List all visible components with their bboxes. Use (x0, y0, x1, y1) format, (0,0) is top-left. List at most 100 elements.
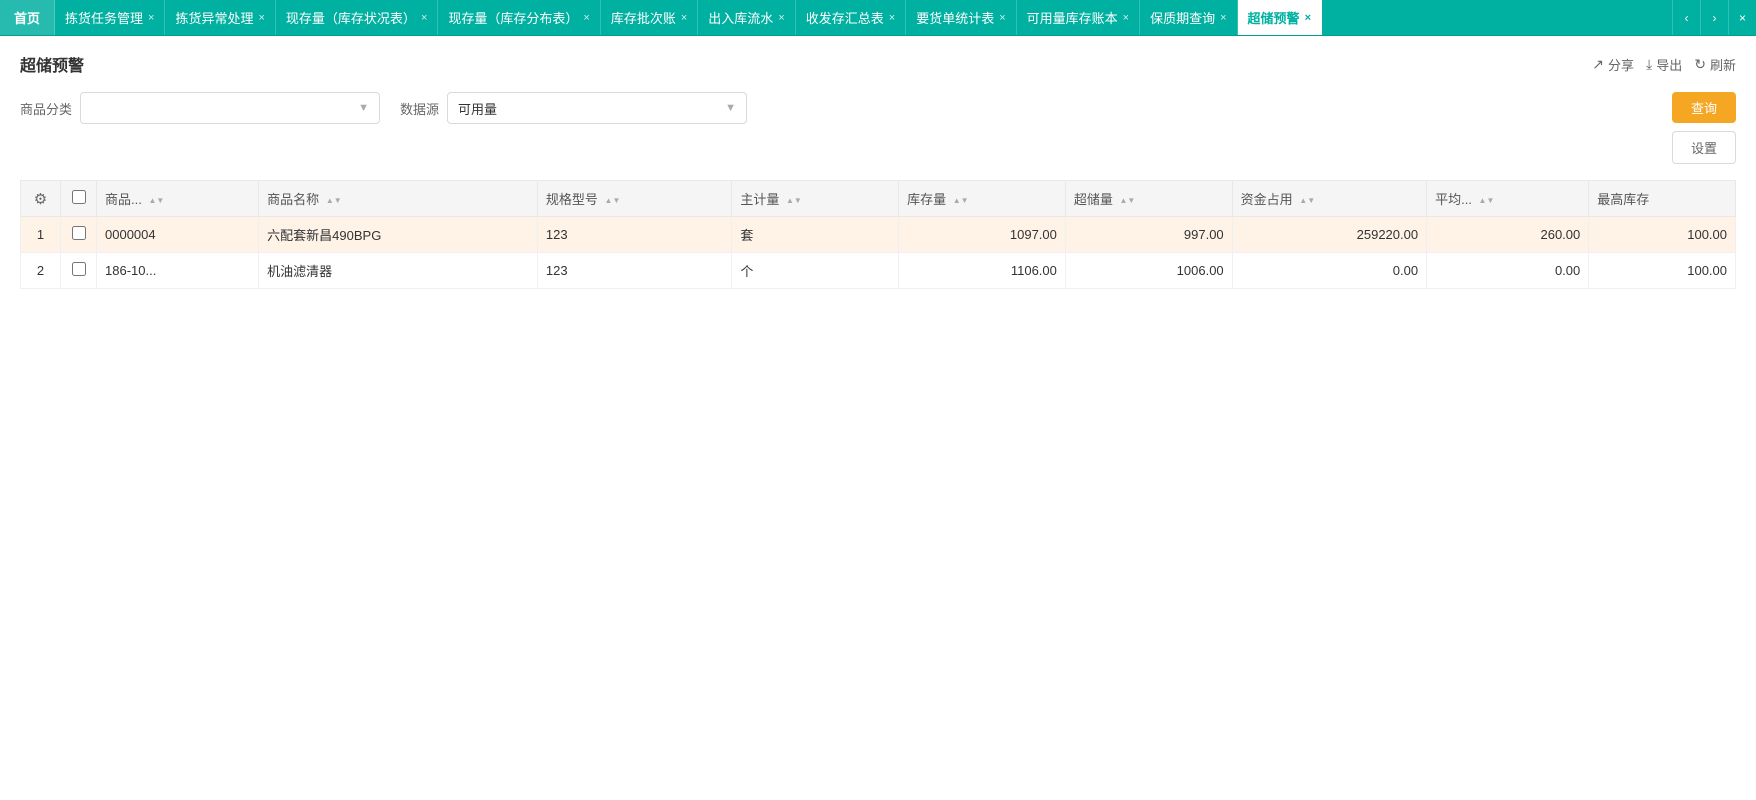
nav-tab-0[interactable]: 拣货任务管理 × (55, 0, 165, 35)
row-max-stock-1: 100.00 (1589, 253, 1736, 289)
nav-tab-close-7[interactable]: × (999, 12, 1005, 24)
nav-tab-4[interactable]: 库存批次账 × (601, 0, 698, 35)
nav-arrows: ‹ › × (1672, 0, 1756, 36)
row-code-0: 0000004 (97, 217, 259, 253)
row-checkbox-0 (61, 217, 97, 253)
sort-icon-stock[interactable]: ▲▼ (953, 196, 969, 205)
row-name-0: 六配套新昌490BPG (259, 217, 538, 253)
nav-tab-label-8: 可用量库存账本 (1027, 8, 1118, 27)
nav-tab-label-4: 库存批次账 (611, 8, 676, 27)
top-nav: 首页 拣货任务管理 × 拣货异常处理 × 现存量（库存状况表） × 现存量（库存… (0, 0, 1756, 36)
col-header-overstock: 超储量 ▲▼ (1065, 181, 1232, 217)
sort-icon-name[interactable]: ▲▼ (326, 196, 342, 205)
nav-tab-label-0: 拣货任务管理 (65, 8, 143, 27)
filter-actions: 查询 设置 (1672, 92, 1736, 164)
nav-tab-7[interactable]: 要货单统计表 × (906, 0, 1016, 35)
sort-icon-spec[interactable]: ▲▼ (605, 196, 621, 205)
nav-tab-close-10[interactable]: × (1305, 12, 1311, 24)
settings-button[interactable]: 设置 (1672, 131, 1736, 164)
sort-icon-avg[interactable]: ▲▼ (1479, 196, 1495, 205)
row-code-1: 186-10... (97, 253, 259, 289)
filter-area: 商品分类 ▼ 数据源 可用量 ▼ 查询 设置 (20, 92, 1736, 164)
nav-tab-label-5: 出入库流水 (708, 8, 773, 27)
sort-icon-unit[interactable]: ▲▼ (786, 196, 802, 205)
share-button[interactable]: ↗ 分享 (1592, 55, 1634, 74)
nav-tab-10[interactable]: 超储预警 × (1238, 0, 1322, 35)
col-header-unit: 主计量 ▲▼ (732, 181, 899, 217)
select-all-checkbox[interactable] (72, 190, 86, 204)
row-index-1: 2 (21, 253, 61, 289)
export-button[interactable]: ⤓ 导出 (1646, 55, 1682, 74)
nav-tab-label-9: 保质期查询 (1150, 8, 1215, 27)
nav-tab-6[interactable]: 收发存汇总表 × (796, 0, 906, 35)
row-overstock-0: 997.00 (1065, 217, 1232, 253)
nav-tab-1[interactable]: 拣货异常处理 × (165, 0, 275, 35)
nav-tab-close-8[interactable]: × (1123, 12, 1129, 24)
category-select[interactable]: ▼ (80, 92, 380, 124)
col-header-checkbox (61, 181, 97, 217)
share-label: 分享 (1608, 55, 1634, 74)
refresh-icon: ↻ (1694, 56, 1706, 73)
row-spec-0: 123 (537, 217, 731, 253)
nav-close-all-btn[interactable]: × (1728, 0, 1756, 36)
nav-home[interactable]: 首页 (0, 0, 55, 35)
row-avg-0: 260.00 (1427, 217, 1589, 253)
col-header-avg: 平均... ▲▼ (1427, 181, 1589, 217)
nav-tab-label-3: 现存量（库存分布表） (448, 8, 578, 27)
nav-tab-label-6: 收发存汇总表 (806, 8, 884, 27)
row-capital-0: 259220.00 (1232, 217, 1426, 253)
data-table: ⚙ 商品... ▲▼ 商品名称 ▲▼ 规格型号 ▲▼ 主计 (20, 180, 1736, 289)
row-stock-1: 1106.00 (899, 253, 1066, 289)
query-button[interactable]: 查询 (1672, 92, 1736, 123)
nav-tab-label-7: 要货单统计表 (916, 8, 994, 27)
nav-tab-close-1[interactable]: × (258, 12, 264, 24)
nav-tab-close-9[interactable]: × (1220, 12, 1226, 24)
sort-icon-capital[interactable]: ▲▼ (1299, 196, 1315, 205)
row-spec-1: 123 (537, 253, 731, 289)
row-avg-1: 0.00 (1427, 253, 1589, 289)
refresh-label: 刷新 (1710, 55, 1736, 74)
table-body: 1 0000004 六配套新昌490BPG 123 套 1097.00 997.… (21, 217, 1736, 289)
nav-tab-label-1: 拣货异常处理 (175, 8, 253, 27)
row-select-0[interactable] (72, 226, 86, 240)
datasource-value: 可用量 (458, 99, 497, 118)
nav-next-btn[interactable]: › (1700, 0, 1728, 36)
sort-icon-overstock[interactable]: ▲▼ (1120, 196, 1136, 205)
table-gear-icon[interactable]: ⚙ (34, 191, 47, 208)
row-capital-1: 0.00 (1232, 253, 1426, 289)
filter-datasource-group: 数据源 可用量 ▼ (400, 92, 747, 124)
nav-tab-close-5[interactable]: × (778, 12, 784, 24)
row-max-stock-0: 100.00 (1589, 217, 1736, 253)
row-index-0: 1 (21, 217, 61, 253)
col-header-max-stock: 最高库存 (1589, 181, 1736, 217)
filter-category-group: 商品分类 ▼ (20, 92, 380, 124)
nav-tab-close-0[interactable]: × (148, 12, 154, 24)
row-overstock-1: 1006.00 (1065, 253, 1232, 289)
row-unit-1: 个 (732, 253, 899, 289)
toolbar-right: ↗ 分享 ⤓ 导出 ↻ 刷新 (1592, 55, 1736, 74)
page-header: 超储预警 ↗ 分享 ⤓ 导出 ↻ 刷新 (20, 52, 1736, 76)
nav-tab-close-6[interactable]: × (889, 12, 895, 24)
row-select-1[interactable] (72, 262, 86, 276)
col-header-name: 商品名称 ▲▼ (259, 181, 538, 217)
row-checkbox-1 (61, 253, 97, 289)
nav-tab-5[interactable]: 出入库流水 × (698, 0, 795, 35)
nav-tab-label-2: 现存量（库存状况表） (286, 8, 416, 27)
export-icon: ⤓ (1646, 56, 1652, 73)
col-header-settings: ⚙ (21, 181, 61, 217)
nav-tab-8[interactable]: 可用量库存账本 × (1017, 0, 1140, 35)
table-row: 1 0000004 六配套新昌490BPG 123 套 1097.00 997.… (21, 217, 1736, 253)
nav-tab-close-3[interactable]: × (583, 12, 589, 24)
nav-tab-9[interactable]: 保质期查询 × (1140, 0, 1237, 35)
col-header-spec: 规格型号 ▲▼ (537, 181, 731, 217)
nav-tab-close-4[interactable]: × (681, 12, 687, 24)
table-header-row: ⚙ 商品... ▲▼ 商品名称 ▲▼ 规格型号 ▲▼ 主计 (21, 181, 1736, 217)
nav-tab-3[interactable]: 现存量（库存分布表） × (438, 0, 600, 35)
nav-tab-2[interactable]: 现存量（库存状况表） × (276, 0, 438, 35)
nav-prev-btn[interactable]: ‹ (1672, 0, 1700, 36)
refresh-button[interactable]: ↻ 刷新 (1694, 55, 1736, 74)
row-name-1: 机油滤清器 (259, 253, 538, 289)
sort-icon-code[interactable]: ▲▼ (148, 196, 164, 205)
datasource-select[interactable]: 可用量 ▼ (447, 92, 747, 124)
nav-tab-close-2[interactable]: × (421, 12, 427, 24)
